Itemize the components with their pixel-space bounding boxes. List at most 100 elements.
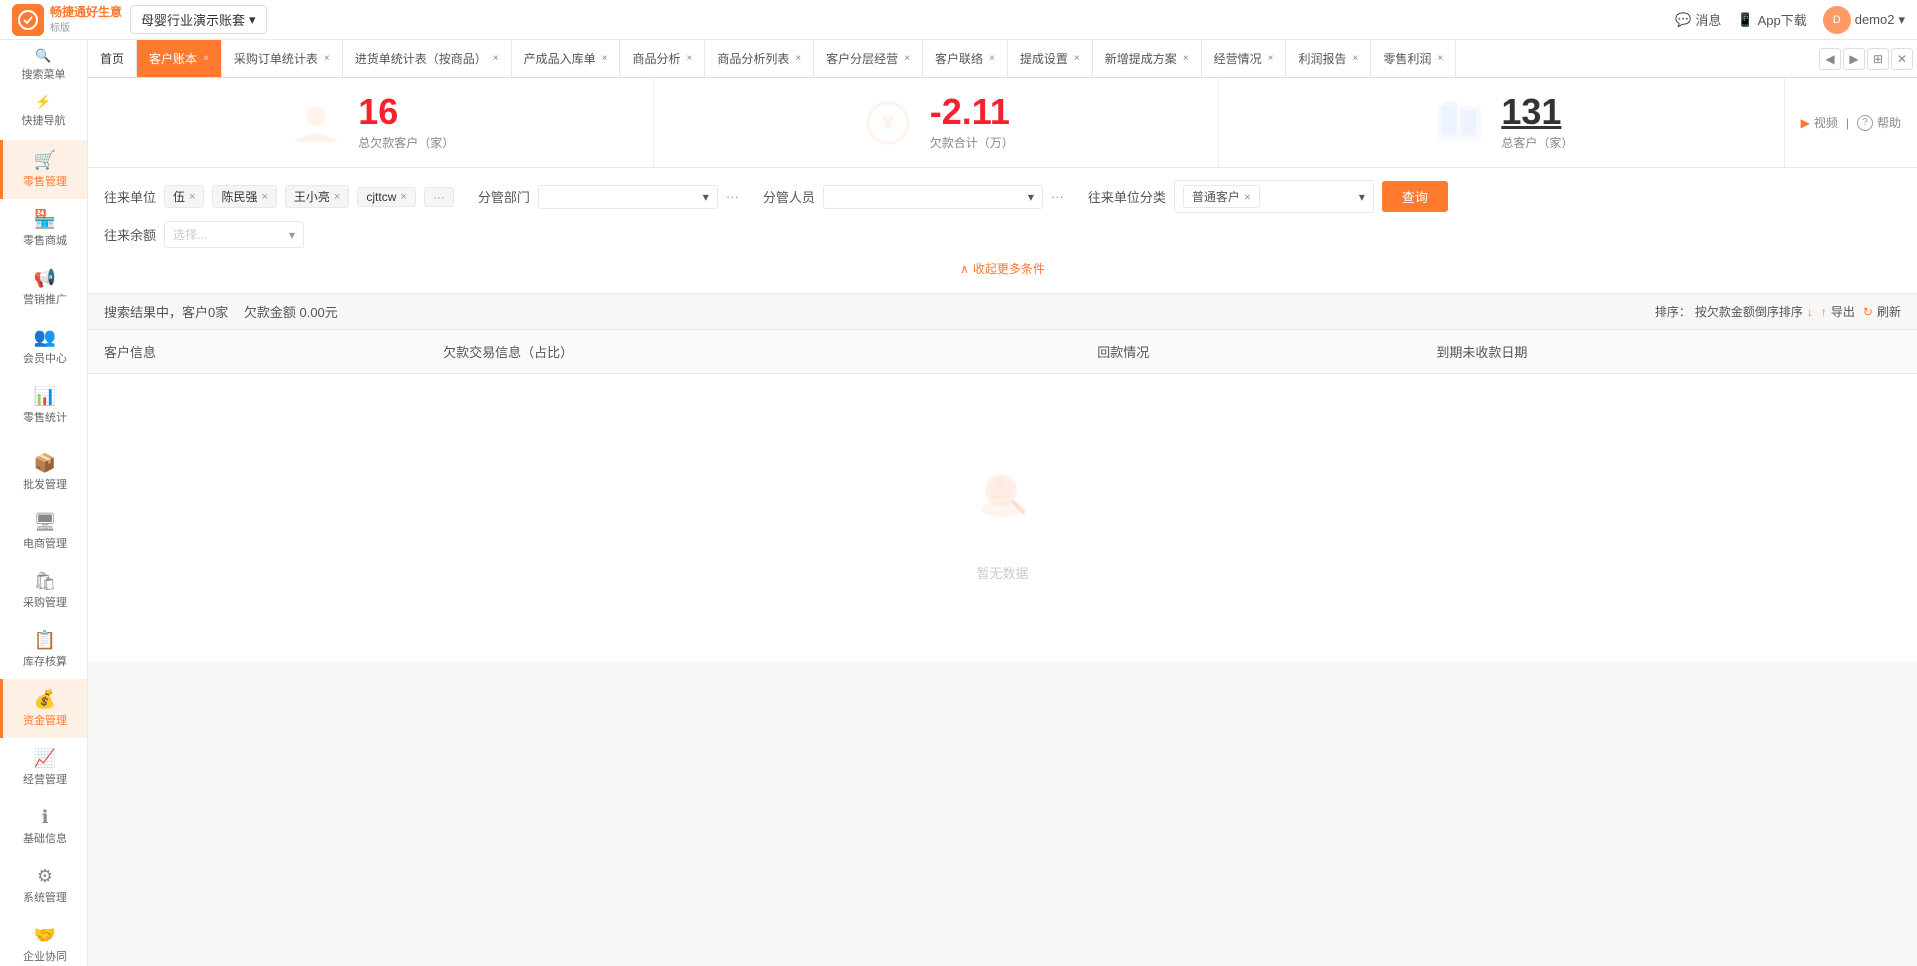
video-button[interactable]: ▶ 视频 (1801, 114, 1838, 131)
tab-close-promotion-settings[interactable]: × (1074, 53, 1080, 64)
unit-tag-more[interactable]: ··· (424, 187, 454, 207)
person-filter-label: 分管人员 (763, 187, 815, 206)
help-icon: ? (1857, 115, 1873, 131)
stat-block-debt: ¥ -2.11 欠款合计（万） (654, 78, 1220, 167)
search-result-text: 搜索结果中，客户0家 (104, 305, 228, 320)
category-select[interactable]: 普通客户 × ▾ (1174, 180, 1374, 213)
dept-select[interactable]: ▾ (538, 185, 718, 209)
col-payment-status: 回款情况 (1081, 330, 1420, 374)
balance-select[interactable]: 选择... ▾ (164, 221, 304, 248)
sidebar-search-label: 搜索菜单 (22, 66, 66, 82)
tab-close-customer-tier[interactable]: × (904, 53, 910, 64)
sidebar-item-operations[interactable]: 📈 经营管理 (0, 738, 87, 797)
marketing-icon: 📢 (34, 268, 56, 289)
stat-block-total: 131 总客户（家） (1219, 78, 1785, 167)
help-button[interactable]: ? 帮助 (1857, 114, 1901, 131)
message-button[interactable]: 💬 消息 (1675, 10, 1721, 29)
unit-tag-wang[interactable]: 王小亮 × (285, 185, 349, 208)
user-name: demo2 (1855, 12, 1895, 27)
tab-product-analysis[interactable]: 商品分析 × (620, 40, 705, 78)
tab-promotion-settings[interactable]: 提成设置 × (1008, 40, 1093, 78)
sidebar-item-wholesale[interactable]: 📦 批发管理 (0, 443, 87, 502)
sidebar-item-ecommerce[interactable]: 🖥 电商管理 (0, 502, 87, 561)
total-label: 总客户（家） (1501, 134, 1573, 151)
inventory-icon: 📋 (34, 630, 56, 651)
sidebar-search[interactable]: 🔍 搜索菜单 (0, 40, 87, 90)
system-icon: ⚙ (37, 866, 53, 887)
tabs-scroll-left[interactable]: ◀ (1819, 48, 1841, 70)
tab-close-purchase-order[interactable]: × (324, 53, 330, 64)
sidebar-item-enterprise[interactable]: 🤝 企业协同 (0, 915, 87, 966)
person-select[interactable]: ▾ (823, 185, 1043, 209)
customer-account-tab-label: 客户账本 (149, 50, 197, 67)
unit-tag-cjttcw[interactable]: cjttcw × (357, 187, 415, 207)
sidebar-item-retail-stats[interactable]: 📊 零售统计 (0, 376, 87, 435)
tab-add-promotion[interactable]: 新增提成方案 × (1093, 40, 1202, 78)
tab-close-production[interactable]: × (602, 53, 608, 64)
tab-close-customer-contact[interactable]: × (989, 53, 995, 64)
tab-close-add-promotion[interactable]: × (1183, 53, 1189, 64)
tab-operations[interactable]: 经营情况 × (1202, 40, 1287, 78)
user-menu[interactable]: D demo2 ▾ (1823, 6, 1905, 34)
balance-select-arrow: ▾ (289, 228, 295, 242)
sidebar-item-basic-info[interactable]: ℹ 基础信息 (0, 797, 87, 856)
tab-close-customer-account[interactable]: × (203, 53, 209, 64)
tabs-scroll-right[interactable]: ▶ (1843, 48, 1865, 70)
tab-customer-account[interactable]: 客户账本 × (137, 40, 222, 78)
sidebar-item-marketing[interactable]: 📢 营销推广 (0, 258, 87, 317)
query-button[interactable]: 查询 (1382, 181, 1448, 212)
tab-close-purchase-stats[interactable]: × (493, 53, 499, 64)
tab-product-analysis-list[interactable]: 商品分析列表 × (705, 40, 814, 78)
promotion-settings-label: 提成设置 (1020, 50, 1068, 67)
quick-nav-icon: ⚡ (35, 94, 51, 110)
debt-amount: -2.11 (930, 94, 1014, 130)
product-analysis-label: 商品分析 (632, 50, 680, 67)
data-table-wrapper: 客户信息 欠款交易信息（占比） 回款情况 到期未收款日期 (88, 330, 1917, 662)
operations-icon: 📈 (34, 748, 56, 769)
sidebar-item-retail-mall[interactable]: 🏪 零售商城 (0, 199, 87, 258)
tab-retail-profit[interactable]: 零售利润 × (1371, 40, 1456, 78)
tab-close-profit-report[interactable]: × (1352, 53, 1358, 64)
sidebar-item-ecommerce-label: 电商管理 (23, 535, 67, 551)
refresh-button[interactable]: ↻ 刷新 (1863, 303, 1901, 320)
tab-close-product-analysis[interactable]: × (686, 53, 692, 64)
tab-customer-tier[interactable]: 客户分层经营 × (814, 40, 923, 78)
sort-down-icon: ↓ (1807, 305, 1813, 319)
tab-production-in[interactable]: 产成品入库单 × (512, 40, 621, 78)
sort-button[interactable]: 排序： 按欠款金额倒序排序 ↓ (1655, 303, 1813, 320)
tab-customer-contact[interactable]: 客户联络 × (923, 40, 1008, 78)
sidebar-item-purchasing-label: 采购管理 (23, 594, 67, 610)
tab-home[interactable]: 首页 (88, 40, 137, 78)
tab-profit-report[interactable]: 利润报告 × (1286, 40, 1371, 78)
unit-tag-wu[interactable]: 伍 × (164, 185, 204, 208)
sidebar-item-retail[interactable]: 🛒 零售管理 (0, 140, 87, 199)
unit-tag-chen-close[interactable]: × (261, 191, 267, 203)
tabs-close-all[interactable]: ✕ (1891, 48, 1913, 70)
unit-tag-wu-close[interactable]: × (189, 191, 195, 203)
collapse-button[interactable]: ∧ 收起更多条件 (960, 260, 1045, 277)
unit-tag-cjttcw-close[interactable]: × (400, 191, 406, 203)
unit-tag-chen[interactable]: 陈民强 × (212, 185, 276, 208)
sidebar-item-finance[interactable]: 💰 资金管理 (0, 679, 87, 738)
stat-block-customers: 16 总欠款客户（家） (88, 78, 654, 167)
tab-purchase-stats-product[interactable]: 进货单统计表（按商品） × (343, 40, 512, 78)
store-selector[interactable]: 母婴行业演示账套 ▾ (130, 5, 267, 34)
sidebar-item-system[interactable]: ⚙ 系统管理 (0, 856, 87, 915)
tab-close-retail-profit[interactable]: × (1437, 53, 1443, 64)
sidebar-item-members[interactable]: 👥 会员中心 (0, 317, 87, 376)
app-download-button[interactable]: 📱 App下载 (1737, 10, 1806, 29)
col-debt-info: 欠款交易信息（占比） (427, 330, 1081, 374)
unit-tag-wang-close[interactable]: × (334, 191, 340, 203)
tab-close-product-analysis-list[interactable]: × (795, 53, 801, 64)
retail-mall-icon: 🏪 (34, 209, 56, 230)
export-button[interactable]: ↑ 导出 (1821, 303, 1855, 320)
tab-close-operations[interactable]: × (1268, 53, 1274, 64)
sidebar-item-purchasing[interactable]: 🛍 采购管理 (0, 561, 87, 620)
sidebar-item-system-label: 系统管理 (23, 889, 67, 905)
results-bar: 搜索结果中，客户0家 欠款金额 0.00元 排序： 按欠款金额倒序排序 ↓ ↑ … (88, 294, 1917, 330)
customer-contact-label: 客户联络 (935, 50, 983, 67)
tabs-expand[interactable]: ⊞ (1867, 48, 1889, 70)
tab-purchase-order-stats[interactable]: 采购订单统计表 × (222, 40, 343, 78)
sidebar-item-inventory[interactable]: 📋 库存核算 (0, 620, 87, 679)
sidebar-quick-nav[interactable]: ⚡ 快捷导航 (0, 90, 87, 132)
